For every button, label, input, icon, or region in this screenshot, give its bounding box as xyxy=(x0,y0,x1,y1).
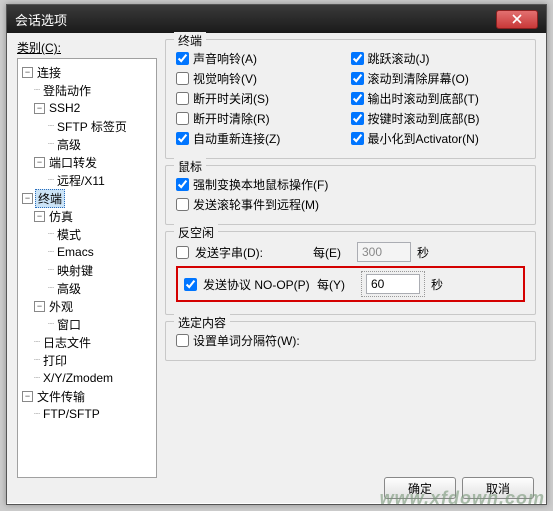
collapse-icon[interactable]: − xyxy=(34,103,45,114)
input-string-interval[interactable] xyxy=(357,242,411,262)
tree-port-forward[interactable]: −端口转发 xyxy=(20,153,154,171)
chk-scroll-clear[interactable] xyxy=(351,72,364,85)
tree-advanced-1[interactable]: ┈高级 xyxy=(20,135,154,153)
close-button[interactable] xyxy=(496,10,538,29)
group-title-mouse: 鼠标 xyxy=(174,158,206,175)
collapse-icon[interactable]: − xyxy=(22,193,33,204)
collapse-icon[interactable]: − xyxy=(22,391,33,402)
tree-advanced-2[interactable]: ┈高级 xyxy=(20,279,154,297)
group-antiidle: 反空闲 发送字串(D): 每(E) 秒 发送协议 NO-OP(P) 每(Y) 秒 xyxy=(165,231,536,315)
tree-emacs[interactable]: ┈Emacs xyxy=(20,243,154,261)
tree-sftp-tab[interactable]: ┈SFTP 标签页 xyxy=(20,117,154,135)
tree-print[interactable]: ┈打印 xyxy=(20,351,154,369)
ok-button[interactable]: 确定 xyxy=(384,477,456,499)
focus-indicator xyxy=(361,271,425,297)
chk-scroll-key[interactable] xyxy=(351,112,364,125)
group-selection: 选定内容 设置单词分隔符(W): xyxy=(165,321,536,361)
tree-window[interactable]: ┈窗口 xyxy=(20,315,154,333)
collapse-icon[interactable]: − xyxy=(22,67,33,78)
tree-filetransfer[interactable]: −文件传输 xyxy=(20,387,154,405)
tree-logfile[interactable]: ┈日志文件 xyxy=(20,333,154,351)
tree-login-action[interactable]: ┈登陆动作 xyxy=(20,81,154,99)
group-mouse: 鼠标 强制变换本地鼠标操作(F) 发送滚轮事件到远程(M) xyxy=(165,165,536,225)
group-terminal: 终端 声音响铃(A) 视觉响铃(V) 断开时关闭(S) 断开时清除(R) 自动重… xyxy=(165,39,536,159)
tree-remote-x11[interactable]: ┈远程/X11 xyxy=(20,171,154,189)
chk-auto-reconnect[interactable] xyxy=(176,132,189,145)
group-title-terminal: 终端 xyxy=(174,32,206,49)
tree-ssh2[interactable]: −SSH2 xyxy=(20,99,154,117)
tree-mode[interactable]: ┈模式 xyxy=(20,225,154,243)
category-tree[interactable]: −连接 ┈登陆动作 −SSH2 ┈SFTP 标签页 ┈高级 −端口转发 ┈远程/… xyxy=(17,58,157,478)
chk-scroll-output[interactable] xyxy=(351,92,364,105)
chk-force-cursor[interactable] xyxy=(176,178,189,191)
tree-xyz[interactable]: ┈X/Y/Zmodem xyxy=(20,369,154,387)
group-title-selection: 选定内容 xyxy=(174,314,230,331)
tree-emulation[interactable]: −仿真 xyxy=(20,207,154,225)
collapse-icon[interactable]: − xyxy=(34,301,45,312)
chk-send-string[interactable] xyxy=(176,246,189,259)
cancel-button[interactable]: 取消 xyxy=(462,477,534,499)
chk-word-delim[interactable] xyxy=(176,334,189,347)
tree-mapkeys[interactable]: ┈映射键 xyxy=(20,261,154,279)
group-title-antiidle: 反空闲 xyxy=(174,224,218,241)
category-label: 类别(C): xyxy=(17,39,157,56)
tree-ftpsftp[interactable]: ┈FTP/SFTP xyxy=(20,405,154,423)
window-title: 会话选项 xyxy=(15,10,67,29)
dialog-window: 会话选项 类别(C): −连接 ┈登陆动作 −SSH2 ┈SFTP 标签页 ┈高… xyxy=(6,4,547,505)
titlebar: 会话选项 xyxy=(7,5,546,33)
close-icon xyxy=(512,14,522,24)
collapse-icon[interactable]: − xyxy=(34,211,45,222)
chk-send-wheel[interactable] xyxy=(176,198,189,211)
chk-clear-disconnect[interactable] xyxy=(176,112,189,125)
tree-connection[interactable]: −连接 xyxy=(20,63,154,81)
chk-close-disconnect[interactable] xyxy=(176,92,189,105)
tree-appearance[interactable]: −外观 xyxy=(20,297,154,315)
tree-terminal[interactable]: −终端 xyxy=(20,189,154,207)
chk-visual-bell[interactable] xyxy=(176,72,189,85)
input-protocol-interval[interactable] xyxy=(366,274,420,294)
chk-send-protocol[interactable] xyxy=(184,278,197,291)
chk-min-activator[interactable] xyxy=(351,132,364,145)
collapse-icon[interactable]: − xyxy=(34,157,45,168)
chk-audio-bell[interactable] xyxy=(176,52,189,65)
chk-jump-scroll[interactable] xyxy=(351,52,364,65)
highlight-box: 发送协议 NO-OP(P) 每(Y) 秒 xyxy=(176,266,525,302)
